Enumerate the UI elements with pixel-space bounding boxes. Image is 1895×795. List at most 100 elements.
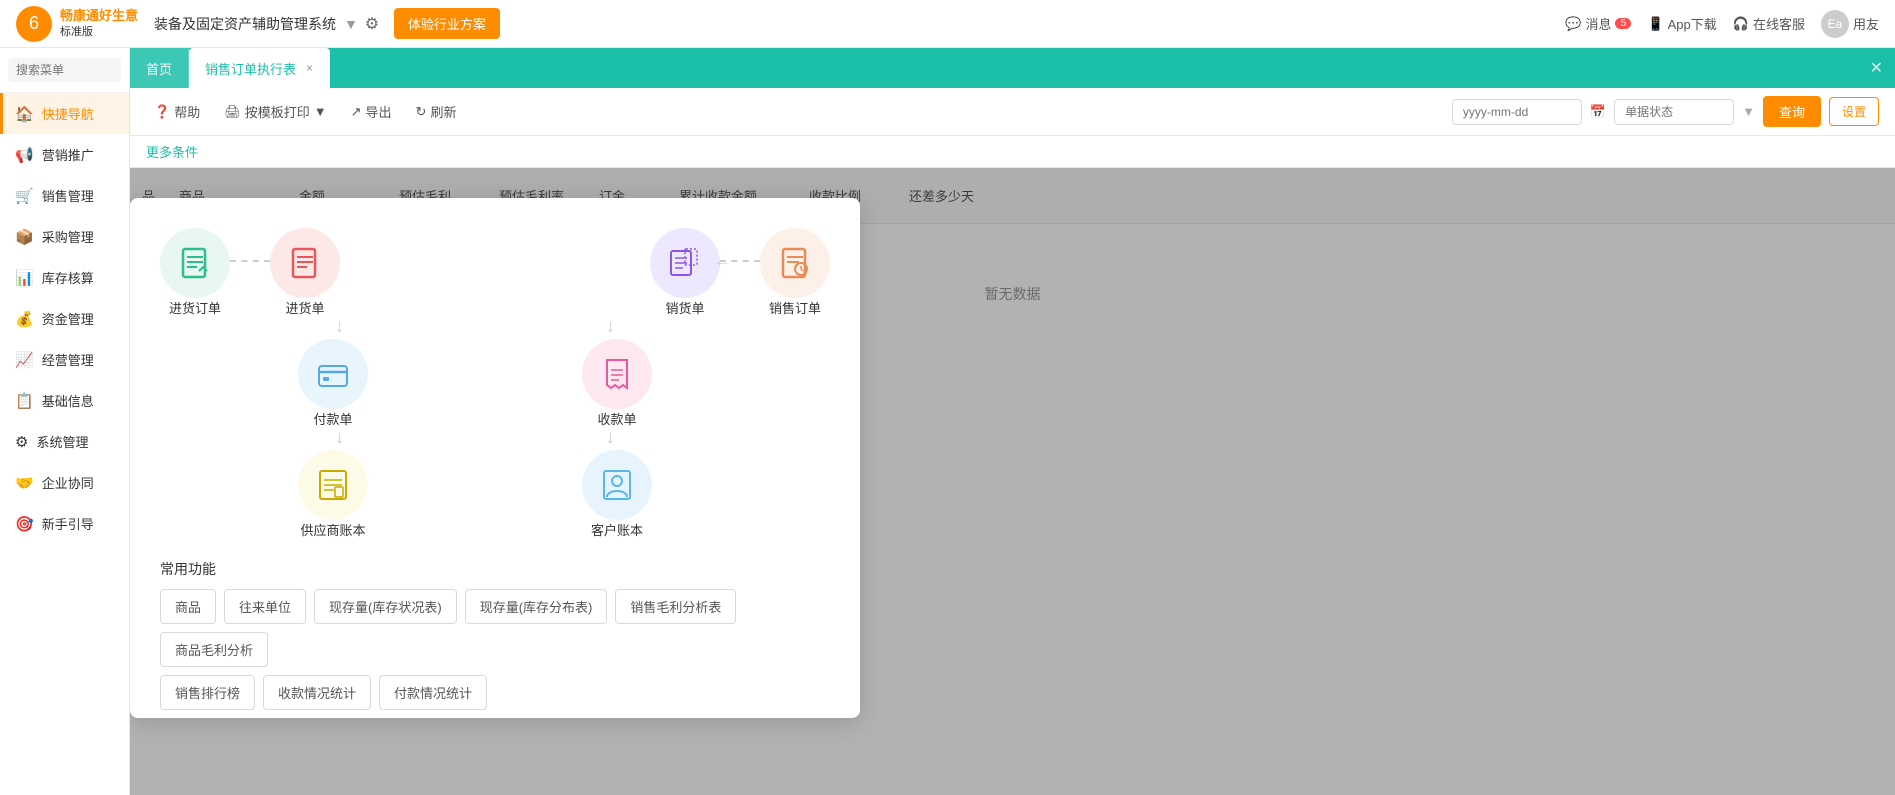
func-btn-payment-stats[interactable]: 付款情况统计 (379, 675, 487, 710)
func-btn-product[interactable]: 商品 (160, 589, 216, 624)
common-functions-title: 常用功能 (160, 559, 830, 579)
export-button[interactable]: ↗ 导出 (343, 98, 400, 125)
flow-item-receipt[interactable]: 收款单 (582, 339, 652, 428)
content-area: 首页 销售订单执行表 × ✕ ❓ 帮助 🖨 按模板打印 ▼ (130, 48, 1895, 795)
enterprise-icon: 🤝 (15, 474, 34, 492)
purchase-icon: 📦 (15, 228, 34, 246)
func-btn-stock-status[interactable]: 现存量(库存状况表) (314, 589, 457, 624)
sidebar-item-finance[interactable]: 💰 资金管理 (0, 298, 129, 339)
newbie-icon: 🎯 (15, 515, 34, 533)
service-icon: 🎧 (1733, 16, 1749, 32)
flow-item-purchase-bill[interactable]: 进货单 (270, 228, 340, 317)
flow-item-sales-bill[interactable]: 销货单 (650, 228, 720, 317)
flow-item-purchase-order[interactable]: 进货订单 (160, 228, 230, 317)
modal-overlay: 进货订单 进货单 (130, 168, 1895, 795)
help-icon: ❓ (154, 104, 170, 120)
print-icon: 🖨 (224, 104, 241, 120)
setting-button[interactable]: 设置 (1829, 97, 1879, 126)
system-dropdown-arrow[interactable]: ▼ (344, 16, 358, 32)
func-btn-receipt-stats[interactable]: 收款情况统计 (263, 675, 371, 710)
calendar-icon[interactable]: 📅 (1590, 104, 1606, 120)
experience-button[interactable]: 体验行业方案 (394, 8, 500, 39)
online-service-button[interactable]: 🎧 在线客服 (1733, 14, 1805, 33)
sidebar-item-inventory[interactable]: 📊 库存核算 (0, 257, 129, 298)
func-btn-sales-ranking[interactable]: 销售排行榜 (160, 675, 255, 710)
main-area: 🏠 快捷导航 📢 营销推广 🛒 销售管理 📦 采购管理 📊 库存核算 💰 (0, 48, 1895, 795)
flow-item-supplier-account[interactable]: 供应商账本 (298, 450, 368, 539)
export-icon: ↗ (351, 104, 362, 120)
system-title: 装备及固定资产辅助管理系统 ▼ (154, 14, 358, 34)
tab-sales-order-execution[interactable]: 销售订单执行表 × (189, 48, 330, 88)
conditions-bar: 更多条件 (130, 136, 1895, 168)
customer-account-label: 客户账本 (591, 520, 643, 539)
tab-home[interactable]: 首页 (130, 48, 189, 88)
status-select[interactable] (1614, 99, 1734, 125)
sales-order-icon (760, 228, 830, 298)
top-bar: 6 畅康通好生意 标准版 装备及固定资产辅助管理系统 ▼ ⚙ 体验行业方案 💬 … (0, 0, 1895, 48)
finance-icon: 💰 (15, 310, 34, 328)
sidebar-item-enterprise[interactable]: 🤝 企业协同 (0, 462, 129, 503)
flow-section: 进货订单 进货单 (160, 228, 830, 539)
sidebar-item-marketing[interactable]: 📢 营销推广 (0, 134, 129, 175)
refresh-button[interactable]: ↻ 刷新 (408, 98, 465, 125)
sales-order-label: 销售订单 (769, 298, 821, 317)
purchase-bill-label: 进货单 (285, 298, 324, 317)
app-wrapper: 6 畅康通好生意 标准版 装备及固定资产辅助管理系统 ▼ ⚙ 体验行业方案 💬 … (0, 0, 1895, 795)
system-icon: ⚙ (15, 433, 28, 451)
status-dropdown-icon[interactable]: ▼ (1742, 104, 1755, 119)
flow-item-sales-order[interactable]: 销售订单 (760, 228, 830, 317)
search-input[interactable] (8, 58, 121, 82)
sidebar-item-basic-info[interactable]: 📋 基础信息 (0, 380, 129, 421)
supplier-account-label: 供应商账本 (300, 520, 365, 539)
help-button[interactable]: ❓ 帮助 (146, 98, 208, 125)
logo-area: 6 畅康通好生意 标准版 (16, 6, 146, 42)
sidebar-item-newbie[interactable]: 🎯 新手引导 (0, 503, 129, 544)
user-area[interactable]: Ea 用友 (1821, 10, 1879, 38)
flow-item-payment[interactable]: 付款单 (298, 339, 368, 428)
tab-bar-close-button[interactable]: ✕ (1870, 58, 1883, 78)
func-btn-partners[interactable]: 往来单位 (224, 589, 306, 624)
search-button[interactable]: 查询 (1763, 96, 1821, 127)
payment-icon (298, 339, 368, 409)
operations-icon: 📈 (15, 351, 34, 369)
date-input[interactable] (1452, 99, 1582, 125)
tab-bar: 首页 销售订单执行表 × ✕ (130, 48, 1895, 88)
func-btn-sales-margin[interactable]: 销售毛利分析表 (615, 589, 736, 624)
quick-nav-icon: 🏠 (15, 105, 34, 123)
purchase-order-label: 进货订单 (169, 298, 221, 317)
top-right-area: 💬 消息 5 📱 App下载 🎧 在线客服 Ea 用友 (1565, 10, 1879, 38)
sidebar-item-sales[interactable]: 🛒 销售管理 (0, 175, 129, 216)
sales-icon: 🛒 (15, 187, 34, 205)
template-print-button[interactable]: 🖨 按模板打印 ▼ (216, 98, 334, 125)
message-badge: 5 (1615, 18, 1631, 29)
function-buttons: 商品 往来单位 现存量(库存状况表) 现存量(库存分布表) 销售毛利分析表 商品… (160, 589, 830, 667)
sales-bill-icon (650, 228, 720, 298)
more-conditions-link[interactable]: 更多条件 (146, 142, 198, 161)
sidebar-item-purchase[interactable]: 📦 采购管理 (0, 216, 129, 257)
content-toolbar: ❓ 帮助 🖨 按模板打印 ▼ ↗ 导出 ↻ 刷新 � (130, 88, 1895, 136)
table-container: 品 商品 金额 预估毛利 预估毛利率 订金 累计收款金额 收款比例 还差多少天 … (130, 168, 1895, 795)
sidebar-item-operations[interactable]: 📈 经营管理 (0, 339, 129, 380)
flow-item-customer-account[interactable]: 客户账本 (582, 450, 652, 539)
sidebar: 🏠 快捷导航 📢 营销推广 🛒 销售管理 📦 采购管理 📊 库存核算 💰 (0, 48, 130, 795)
func-btn-stock-dist[interactable]: 现存量(库存分布表) (465, 589, 608, 624)
common-functions: 常用功能 商品 往来单位 现存量(库存状况表) 现存量(库存分布表) 销售毛利分… (160, 559, 830, 710)
func-btn-product-margin[interactable]: 商品毛利分析 (160, 632, 268, 667)
purchase-order-icon (160, 228, 230, 298)
tab-close-button[interactable]: × (306, 61, 313, 75)
quick-nav-modal: 进货订单 进货单 (130, 198, 860, 718)
sidebar-item-system[interactable]: ⚙ 系统管理 (0, 421, 129, 462)
avatar: Ea (1821, 10, 1849, 38)
marketing-icon: 📢 (15, 146, 34, 164)
print-dropdown-icon: ▼ (314, 104, 327, 119)
sidebar-item-quick-nav[interactable]: 🏠 快捷导航 (0, 93, 129, 134)
refresh-icon: ↻ (416, 104, 427, 120)
settings-button[interactable]: ⚙ (358, 10, 386, 38)
app-download-button[interactable]: 📱 App下载 (1647, 14, 1716, 33)
message-button[interactable]: 💬 消息 5 (1565, 14, 1631, 33)
payment-label: 付款单 (313, 409, 352, 428)
customer-account-icon (582, 450, 652, 520)
sidebar-search-area (0, 48, 129, 93)
logo-text: 畅康通好生意 标准版 (60, 8, 138, 39)
receipt-label: 收款单 (597, 409, 636, 428)
